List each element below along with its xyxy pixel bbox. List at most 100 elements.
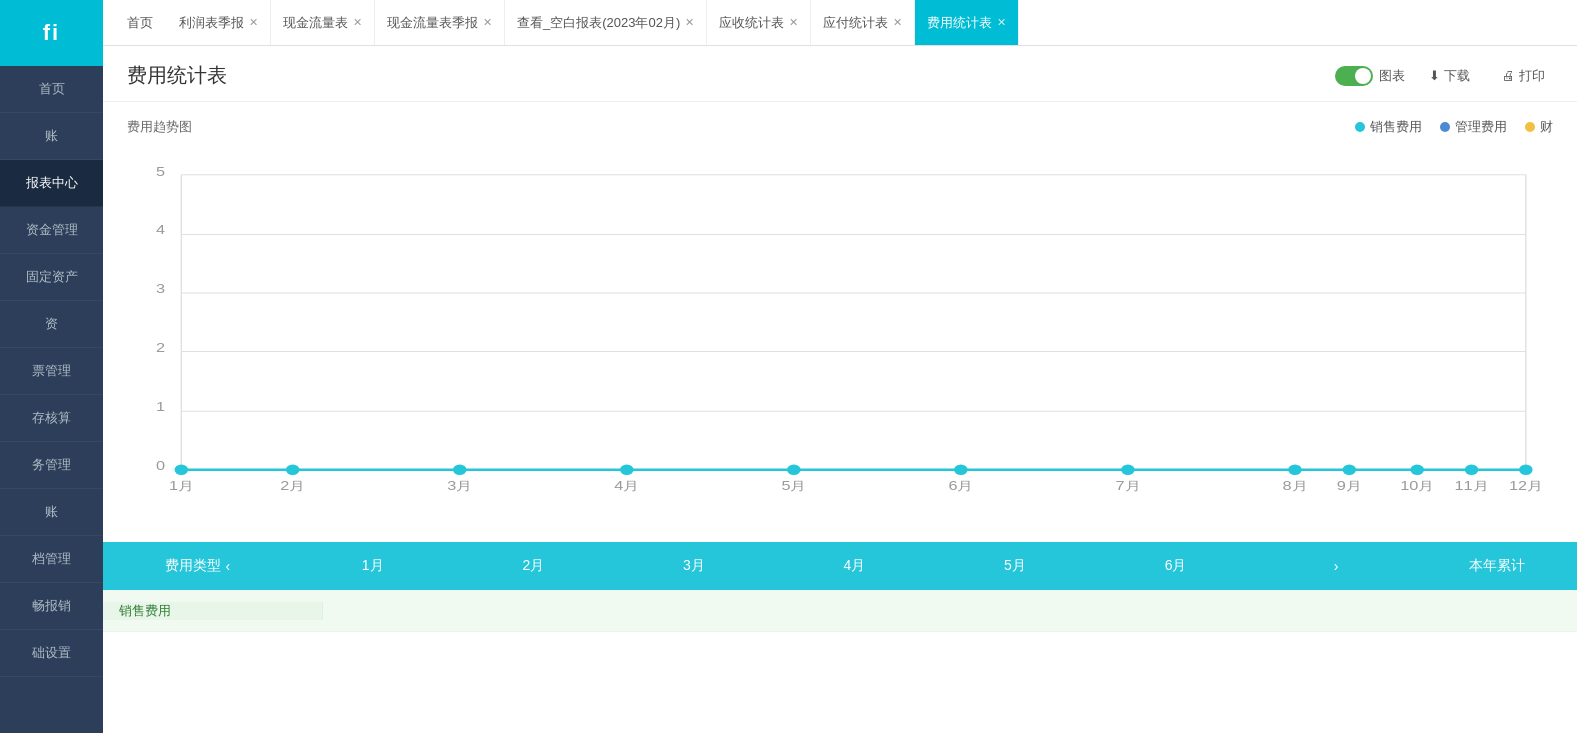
header-actions: 图表 ⬇ 下载 🖨 打印 (1335, 63, 1553, 89)
sidebar-item-archive[interactable]: 档管理 (0, 536, 103, 583)
svg-text:4月: 4月 (614, 479, 639, 493)
svg-text:2月: 2月 (280, 479, 305, 493)
svg-point-18 (787, 465, 801, 475)
td-type: 销售费用 (103, 602, 323, 620)
page-content: 费用统计表 图表 ⬇ 下载 🖨 打印 (103, 46, 1577, 733)
app-logo: fi (0, 0, 103, 66)
print-button[interactable]: 🖨 打印 (1494, 63, 1553, 89)
main-area: 首页 利润表季报 ✕ 现金流量表 ✕ 现金流量表季报 ✕ 查看_空白报表(202… (103, 0, 1577, 733)
svg-text:1月: 1月 (169, 479, 194, 493)
sidebar-item-report-center[interactable]: 报表中心 (0, 160, 103, 207)
close-tab-blank-report[interactable]: ✕ (685, 17, 694, 28)
chart-header: 费用趋势图 销售费用 管理费用 财 (127, 118, 1553, 136)
close-tab-expense-stats[interactable]: ✕ (997, 17, 1006, 28)
close-tab-payable[interactable]: ✕ (893, 17, 902, 28)
tab-expense-stats[interactable]: 费用统计表 ✕ (915, 0, 1019, 46)
svg-text:3月: 3月 (447, 479, 472, 493)
legend-dot-finance (1525, 122, 1535, 132)
th-m3: 3月 (614, 557, 775, 575)
svg-point-21 (1288, 465, 1302, 475)
sidebar-item-invoice[interactable]: 票管理 (0, 348, 103, 395)
sidebar-item-fixed-assets[interactable]: 固定资产 (0, 254, 103, 301)
legend-dot-admin (1440, 122, 1450, 132)
print-icon: 🖨 (1502, 68, 1515, 83)
tab-bar: 首页 利润表季报 ✕ 现金流量表 ✕ 现金流量表季报 ✕ 查看_空白报表(202… (103, 0, 1577, 46)
table-row: 销售费用 (103, 590, 1577, 632)
chart-section: 费用趋势图 销售费用 管理费用 财 (103, 102, 1577, 532)
sidebar-item-service[interactable]: 务管理 (0, 442, 103, 489)
tab-receivable[interactable]: 应收统计表 ✕ (707, 0, 811, 46)
svg-point-20 (1121, 465, 1135, 475)
legend-admin: 管理费用 (1440, 118, 1507, 136)
sidebar-item-inventory[interactable]: 存核算 (0, 395, 103, 442)
th-next-arrow[interactable]: › (1256, 558, 1417, 574)
th-ytd: 本年累计 (1416, 557, 1577, 575)
table-header-row: 费用类型 ‹ 1月 2月 3月 4月 5月 6月 › 本年累计 (103, 542, 1577, 590)
svg-text:7月: 7月 (1115, 479, 1140, 493)
legend-label-finance: 财 (1540, 118, 1553, 136)
svg-text:5: 5 (156, 165, 165, 179)
svg-point-22 (1342, 465, 1356, 475)
svg-text:0: 0 (156, 459, 165, 473)
print-label: 打印 (1519, 67, 1545, 85)
svg-point-23 (1410, 465, 1424, 475)
svg-text:4: 4 (156, 223, 165, 237)
svg-point-15 (286, 465, 300, 475)
tab-cashflow[interactable]: 现金流量表 ✕ (271, 0, 375, 46)
download-icon: ⬇ (1429, 68, 1440, 83)
svg-text:6月: 6月 (948, 479, 973, 493)
close-tab-profit-quarterly[interactable]: ✕ (249, 17, 258, 28)
th-m5: 5月 (935, 557, 1096, 575)
tab-payable[interactable]: 应付统计表 ✕ (811, 0, 915, 46)
sidebar-item-home[interactable]: 首页 (0, 66, 103, 113)
table-section: 费用类型 ‹ 1月 2月 3月 4月 5月 6月 › 本年累计 销售费用 (103, 542, 1577, 632)
chart-legend: 销售费用 管理费用 财 (1355, 118, 1553, 136)
svg-point-24 (1465, 465, 1479, 475)
svg-text:3: 3 (156, 282, 165, 296)
svg-text:9月: 9月 (1337, 479, 1362, 493)
tab-profit-quarterly[interactable]: 利润表季报 ✕ (167, 0, 271, 46)
toggle-label: 图表 (1379, 67, 1405, 85)
svg-text:12月: 12月 (1509, 479, 1543, 493)
sidebar-item-ledger[interactable]: 账 (0, 489, 103, 536)
sidebar-item-capital[interactable]: 资金管理 (0, 207, 103, 254)
svg-text:2: 2 (156, 340, 165, 354)
th-m6: 6月 (1095, 557, 1256, 575)
th-prev-arrow[interactable]: ‹ (225, 558, 230, 574)
tab-blank-report[interactable]: 查看_空白报表(2023年02月) ✕ (505, 0, 707, 46)
toggle-track[interactable] (1335, 66, 1373, 86)
close-tab-cashflow-quarterly[interactable]: ✕ (483, 17, 492, 28)
download-label: 下载 (1444, 67, 1470, 85)
svg-point-16 (453, 465, 467, 475)
download-button[interactable]: ⬇ 下载 (1421, 63, 1478, 89)
sidebar: fi 首页 账 报表中心 资金管理 固定资产 资 票管理 存核算 务管理 账 档… (0, 0, 103, 733)
legend-label-sales: 销售费用 (1370, 118, 1422, 136)
svg-text:5月: 5月 (781, 479, 806, 493)
chart-container: 0 1 2 3 4 5 (127, 146, 1553, 516)
legend-dot-sales (1355, 122, 1365, 132)
svg-point-14 (175, 465, 189, 475)
chart-title: 费用趋势图 (127, 118, 192, 136)
sidebar-item-account[interactable]: 账 (0, 113, 103, 160)
th-m2: 2月 (453, 557, 614, 575)
th-m4: 4月 (774, 557, 935, 575)
close-tab-cashflow[interactable]: ✕ (353, 17, 362, 28)
legend-sales: 销售费用 (1355, 118, 1422, 136)
svg-point-17 (620, 465, 634, 475)
page-title: 费用统计表 (127, 62, 227, 89)
svg-text:11月: 11月 (1455, 479, 1489, 493)
chart-toggle[interactable]: 图表 (1335, 66, 1405, 86)
svg-text:8月: 8月 (1283, 479, 1308, 493)
svg-text:1: 1 (156, 400, 165, 414)
sidebar-item-investment[interactable]: 资 (0, 301, 103, 348)
sidebar-item-expense[interactable]: 畅报销 (0, 583, 103, 630)
toggle-thumb (1355, 68, 1371, 84)
tab-home[interactable]: 首页 (113, 0, 167, 46)
svg-point-19 (954, 465, 968, 475)
svg-text:10月: 10月 (1400, 479, 1434, 493)
chart-svg: 0 1 2 3 4 5 (127, 146, 1553, 516)
legend-finance: 财 (1525, 118, 1553, 136)
sidebar-item-settings[interactable]: 础设置 (0, 630, 103, 677)
tab-cashflow-quarterly[interactable]: 现金流量表季报 ✕ (375, 0, 505, 46)
close-tab-receivable[interactable]: ✕ (789, 17, 798, 28)
